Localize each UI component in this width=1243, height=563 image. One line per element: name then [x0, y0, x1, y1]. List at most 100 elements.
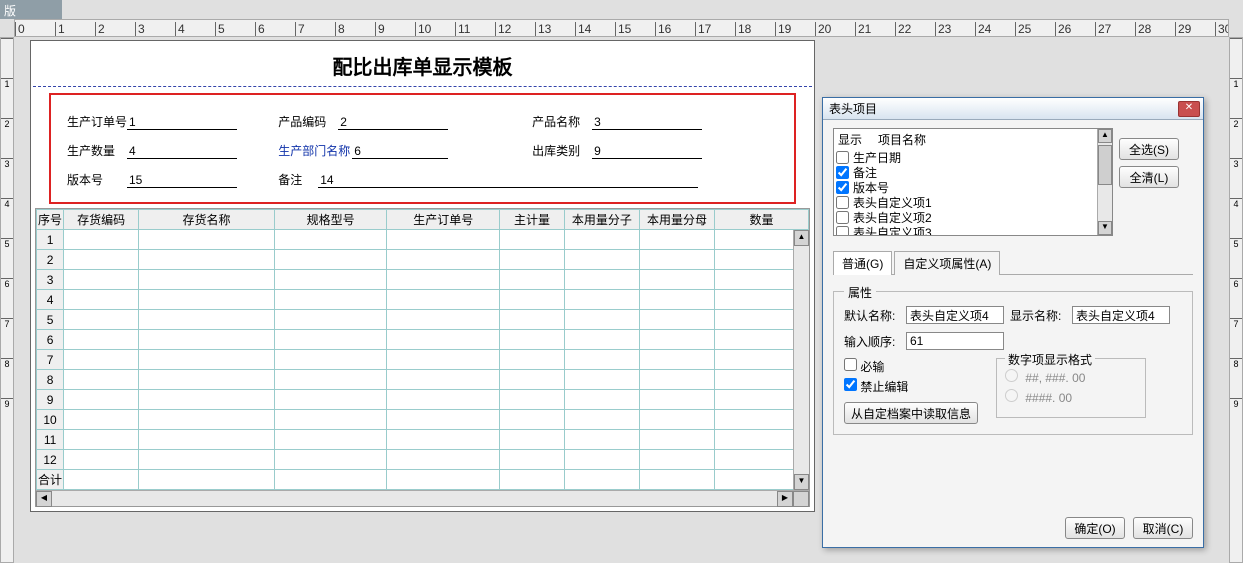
grid-cell[interactable]: [64, 410, 139, 430]
row-number[interactable]: 7: [37, 350, 64, 370]
grid-cell[interactable]: [639, 370, 714, 390]
grid-cell[interactable]: [564, 410, 639, 430]
grid-cell[interactable]: [387, 410, 500, 430]
no-edit-checkbox[interactable]: 禁止编辑: [844, 378, 978, 395]
dialog-titlebar[interactable]: 表头项目 ✕: [823, 98, 1203, 120]
input-order-input[interactable]: [906, 332, 1004, 350]
grid-cell[interactable]: [564, 390, 639, 410]
grid-header[interactable]: 序号: [37, 210, 64, 230]
tab-general[interactable]: 普通(G): [833, 251, 892, 275]
numfmt-option-1[interactable]: ##, ###. 00: [1005, 369, 1137, 385]
detail-grid[interactable]: 序号 存货编码 存货名称 规格型号 生产订单号 主计量 本用量分子 本用量分母 …: [35, 208, 810, 507]
grid-cell[interactable]: [274, 370, 387, 390]
grid-cell[interactable]: [274, 290, 387, 310]
header-items-dialog[interactable]: 表头项目 ✕ 显示项目名称 生产日期备注版本号表头自定义项1表头自定义项2表头自…: [822, 97, 1204, 548]
grid-cell[interactable]: [639, 250, 714, 270]
grid-cell[interactable]: [639, 230, 714, 250]
grid-cell[interactable]: [139, 270, 275, 290]
row-number[interactable]: 11: [37, 430, 64, 450]
grid-cell[interactable]: [139, 370, 275, 390]
grid-cell[interactable]: [64, 230, 139, 250]
grid-cell[interactable]: [139, 450, 275, 470]
grid-cell[interactable]: [639, 290, 714, 310]
grid-cell[interactable]: [639, 430, 714, 450]
list-item[interactable]: 生产日期: [834, 150, 1112, 165]
grid-cell[interactable]: [500, 350, 565, 370]
grid-cell[interactable]: [387, 390, 500, 410]
list-item[interactable]: 表头自定义项3: [834, 225, 1112, 236]
scroll-up-icon[interactable]: ▲: [1098, 129, 1112, 143]
items-listbox[interactable]: 显示项目名称 生产日期备注版本号表头自定义项1表头自定义项2表头自定义项3表头自…: [833, 128, 1113, 236]
grid-cell[interactable]: [274, 410, 387, 430]
grid-cell[interactable]: [274, 450, 387, 470]
scroll-down-icon[interactable]: ▼: [1098, 221, 1112, 235]
grid-cell[interactable]: [387, 250, 500, 270]
grid-cell[interactable]: [139, 430, 275, 450]
grid-cell[interactable]: [387, 330, 500, 350]
grid-cell[interactable]: [564, 250, 639, 270]
grid-cell[interactable]: [639, 410, 714, 430]
numfmt-option-2[interactable]: ####. 00: [1005, 389, 1137, 405]
grid-cell[interactable]: [564, 270, 639, 290]
grid-header[interactable]: 存货名称: [139, 210, 275, 230]
grid-cell[interactable]: [500, 270, 565, 290]
grid-cell[interactable]: [564, 310, 639, 330]
list-item[interactable]: 版本号: [834, 180, 1112, 195]
grid-cell[interactable]: [64, 390, 139, 410]
grid-cell[interactable]: [274, 330, 387, 350]
grid-cell[interactable]: [64, 430, 139, 450]
grid-cell[interactable]: [564, 330, 639, 350]
grid-cell[interactable]: [64, 310, 139, 330]
row-number[interactable]: 3: [37, 270, 64, 290]
row-number[interactable]: 1: [37, 230, 64, 250]
scroll-right-icon[interactable]: ▶: [777, 491, 793, 507]
scroll-left-icon[interactable]: ◀: [36, 491, 52, 507]
grid-cell[interactable]: [274, 230, 387, 250]
grid-cell[interactable]: [64, 270, 139, 290]
ok-button[interactable]: 确定(O): [1065, 517, 1125, 539]
grid-cell[interactable]: [500, 330, 565, 350]
grid-header[interactable]: 存货编码: [64, 210, 139, 230]
grid-scrollbar-horizontal[interactable]: ◀ ▶: [36, 490, 809, 506]
required-checkbox[interactable]: 必输: [844, 358, 978, 375]
list-item-checkbox[interactable]: [836, 166, 849, 179]
field-value[interactable]: 14: [318, 173, 698, 188]
grid-cell[interactable]: [139, 390, 275, 410]
close-icon[interactable]: ✕: [1178, 101, 1200, 117]
grid-cell[interactable]: [387, 370, 500, 390]
list-item[interactable]: 备注: [834, 165, 1112, 180]
row-number[interactable]: 12: [37, 450, 64, 470]
grid-cell[interactable]: [274, 310, 387, 330]
grid-cell[interactable]: [274, 350, 387, 370]
grid-header[interactable]: 本用量分母: [639, 210, 714, 230]
grid-cell[interactable]: [274, 270, 387, 290]
grid-header[interactable]: 规格型号: [274, 210, 387, 230]
grid-cell[interactable]: [500, 370, 565, 390]
template-canvas[interactable]: 配比出库单显示模板 生产订单号1 产品编码2 产品名称3 生产数量4 生产部门名…: [30, 40, 815, 512]
field-value[interactable]: 1: [127, 115, 237, 130]
grid-cell[interactable]: [500, 290, 565, 310]
grid-cell[interactable]: [387, 450, 500, 470]
grid-cell[interactable]: [64, 330, 139, 350]
grid-header[interactable]: 本用量分子: [564, 210, 639, 230]
row-number[interactable]: 6: [37, 330, 64, 350]
list-item-checkbox[interactable]: [836, 181, 849, 194]
grid-cell[interactable]: [500, 310, 565, 330]
grid-cell[interactable]: [274, 390, 387, 410]
grid-cell[interactable]: [564, 230, 639, 250]
display-name-input[interactable]: [1072, 306, 1170, 324]
list-item-checkbox[interactable]: [836, 196, 849, 209]
grid-cell[interactable]: [387, 230, 500, 250]
grid-scrollbar-vertical[interactable]: ▲ ▼: [793, 230, 809, 490]
grid-cell[interactable]: [500, 390, 565, 410]
grid-cell[interactable]: [639, 330, 714, 350]
list-item-checkbox[interactable]: [836, 226, 849, 236]
grid-cell[interactable]: [274, 250, 387, 270]
grid-cell[interactable]: [274, 430, 387, 450]
grid-cell[interactable]: [639, 270, 714, 290]
read-archive-button[interactable]: 从自定档案中读取信息: [844, 402, 978, 424]
grid-cell[interactable]: [564, 350, 639, 370]
list-item-checkbox[interactable]: [836, 151, 849, 164]
row-number[interactable]: 5: [37, 310, 64, 330]
grid-cell[interactable]: [564, 430, 639, 450]
